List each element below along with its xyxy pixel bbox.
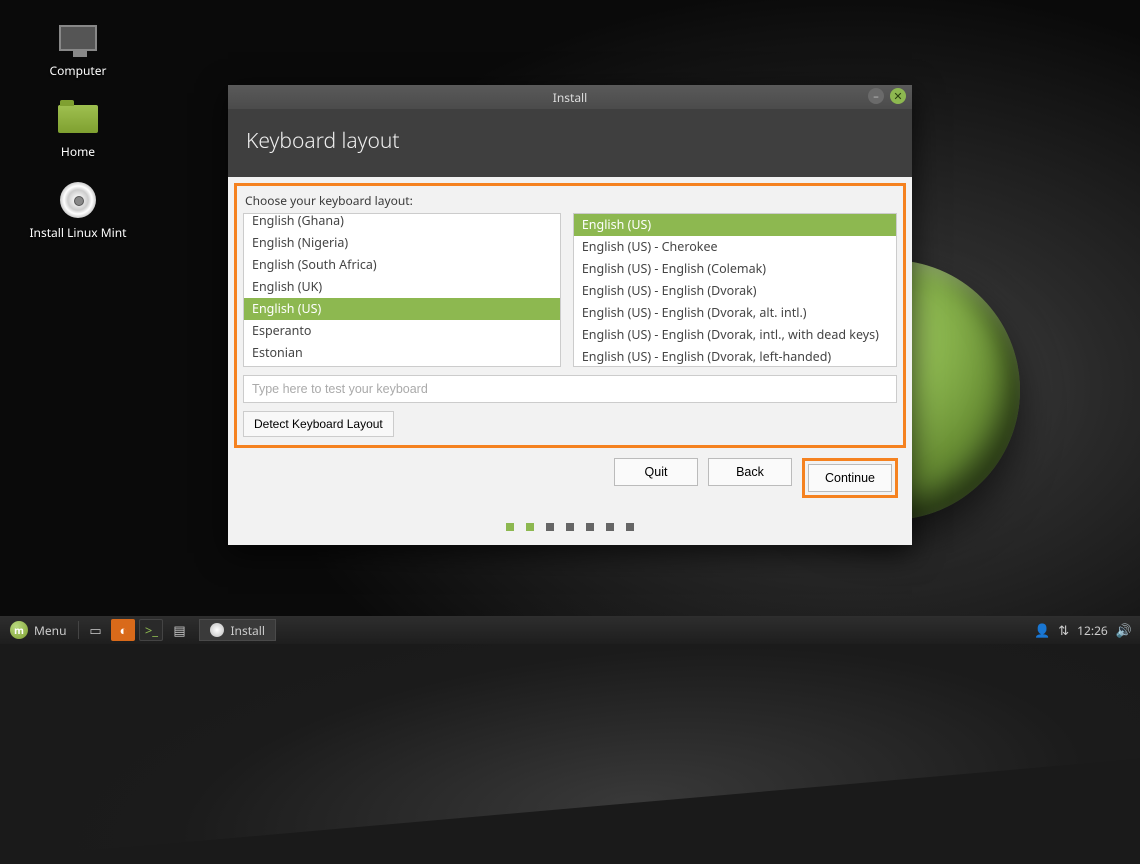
quit-button[interactable]: Quit: [614, 458, 698, 486]
list-item[interactable]: Faroese: [244, 364, 560, 367]
list-item[interactable]: English (South Africa): [244, 254, 560, 276]
list-item[interactable]: English (US): [574, 214, 896, 236]
list-item[interactable]: English (US) - English (Dvorak, intl., w…: [574, 324, 896, 346]
list-item[interactable]: English (US) - English (Colemak): [574, 258, 896, 280]
menu-button[interactable]: m Menu: [0, 616, 76, 644]
monitor-icon: [54, 18, 102, 58]
keyboard-test-input[interactable]: [243, 375, 897, 403]
icon-label: Computer: [50, 62, 107, 79]
clock[interactable]: 12:26: [1077, 622, 1108, 639]
heading-text: Keyboard layout: [246, 127, 400, 155]
mint-icon: m: [10, 621, 28, 639]
page-heading: Keyboard layout: [228, 109, 912, 177]
list-item[interactable]: English (US) - English (Dvorak): [574, 280, 896, 302]
list-item[interactable]: English (Ghana): [244, 213, 560, 232]
menu-label: Menu: [34, 622, 66, 639]
progress-dot: [566, 523, 574, 531]
list-item[interactable]: English (UK): [244, 276, 560, 298]
list-item[interactable]: English (US): [244, 298, 560, 320]
terminal-icon[interactable]: >_: [139, 619, 163, 641]
task-label: Install: [230, 622, 265, 639]
taskbar-task-install[interactable]: Install: [199, 619, 276, 641]
desktop-icons: Computer Home Install Linux Mint: [18, 18, 138, 241]
list-item[interactable]: Esperanto: [244, 320, 560, 342]
network-icon[interactable]: ⇅: [1058, 621, 1069, 639]
list-item[interactable]: English (US) - Cherokee: [574, 236, 896, 258]
list-item[interactable]: English (US) - English (Dvorak, left-han…: [574, 346, 896, 367]
firefox-icon[interactable]: ◐: [111, 619, 135, 641]
list-item[interactable]: English (Nigeria): [244, 232, 560, 254]
minimize-icon[interactable]: –: [868, 88, 884, 104]
progress-dot: [506, 523, 514, 531]
layout-language-list[interactable]: English (Ghana)English (Nigeria)English …: [243, 213, 561, 367]
files-icon[interactable]: ▤: [167, 619, 191, 641]
user-icon[interactable]: 👤: [1034, 621, 1050, 639]
progress-dot: [526, 523, 534, 531]
disc-icon: [210, 623, 224, 637]
desktop-icon-home[interactable]: Home: [18, 99, 138, 160]
window-titlebar[interactable]: Install – ✕: [228, 85, 912, 109]
volume-icon[interactable]: 🔊: [1116, 621, 1132, 639]
progress-dots: [228, 523, 912, 531]
layout-variant-list[interactable]: English (US)English (US) - CherokeeEngli…: [573, 213, 897, 367]
system-tray: 👤 ⇅ 12:26 🔊: [1034, 621, 1140, 639]
window-title: Install: [553, 89, 588, 106]
progress-dot: [586, 523, 594, 531]
disc-icon: [54, 180, 102, 220]
close-icon[interactable]: ✕: [890, 88, 906, 104]
folder-icon: [54, 99, 102, 139]
detect-layout-button[interactable]: Detect Keyboard Layout: [243, 411, 394, 437]
list-item[interactable]: Estonian: [244, 342, 560, 364]
highlighted-config-area: Choose your keyboard layout: English (Gh…: [234, 183, 906, 448]
continue-highlight: Continue: [802, 458, 898, 498]
taskbar: m Menu ▭ ◐ >_ ▤ Install 👤 ⇅ 12:26 🔊: [0, 616, 1140, 644]
desktop-icon-computer[interactable]: Computer: [18, 18, 138, 79]
show-desktop-icon[interactable]: ▭: [83, 619, 107, 641]
wizard-footer: Quit Back Continue: [234, 448, 906, 500]
desktop-icon-installer[interactable]: Install Linux Mint: [18, 180, 138, 241]
content-area: Choose your keyboard layout: English (Gh…: [228, 177, 912, 545]
icon-label: Install Linux Mint: [29, 224, 126, 241]
prompt-label: Choose your keyboard layout:: [245, 192, 897, 209]
continue-button[interactable]: Continue: [808, 464, 892, 492]
progress-dot: [626, 523, 634, 531]
back-button[interactable]: Back: [708, 458, 792, 486]
list-item[interactable]: English (US) - English (Dvorak, alt. int…: [574, 302, 896, 324]
progress-dot: [546, 523, 554, 531]
icon-label: Home: [61, 143, 95, 160]
installer-window: Install – ✕ Keyboard layout Choose your …: [228, 85, 912, 545]
progress-dot: [606, 523, 614, 531]
separator: [78, 621, 79, 639]
